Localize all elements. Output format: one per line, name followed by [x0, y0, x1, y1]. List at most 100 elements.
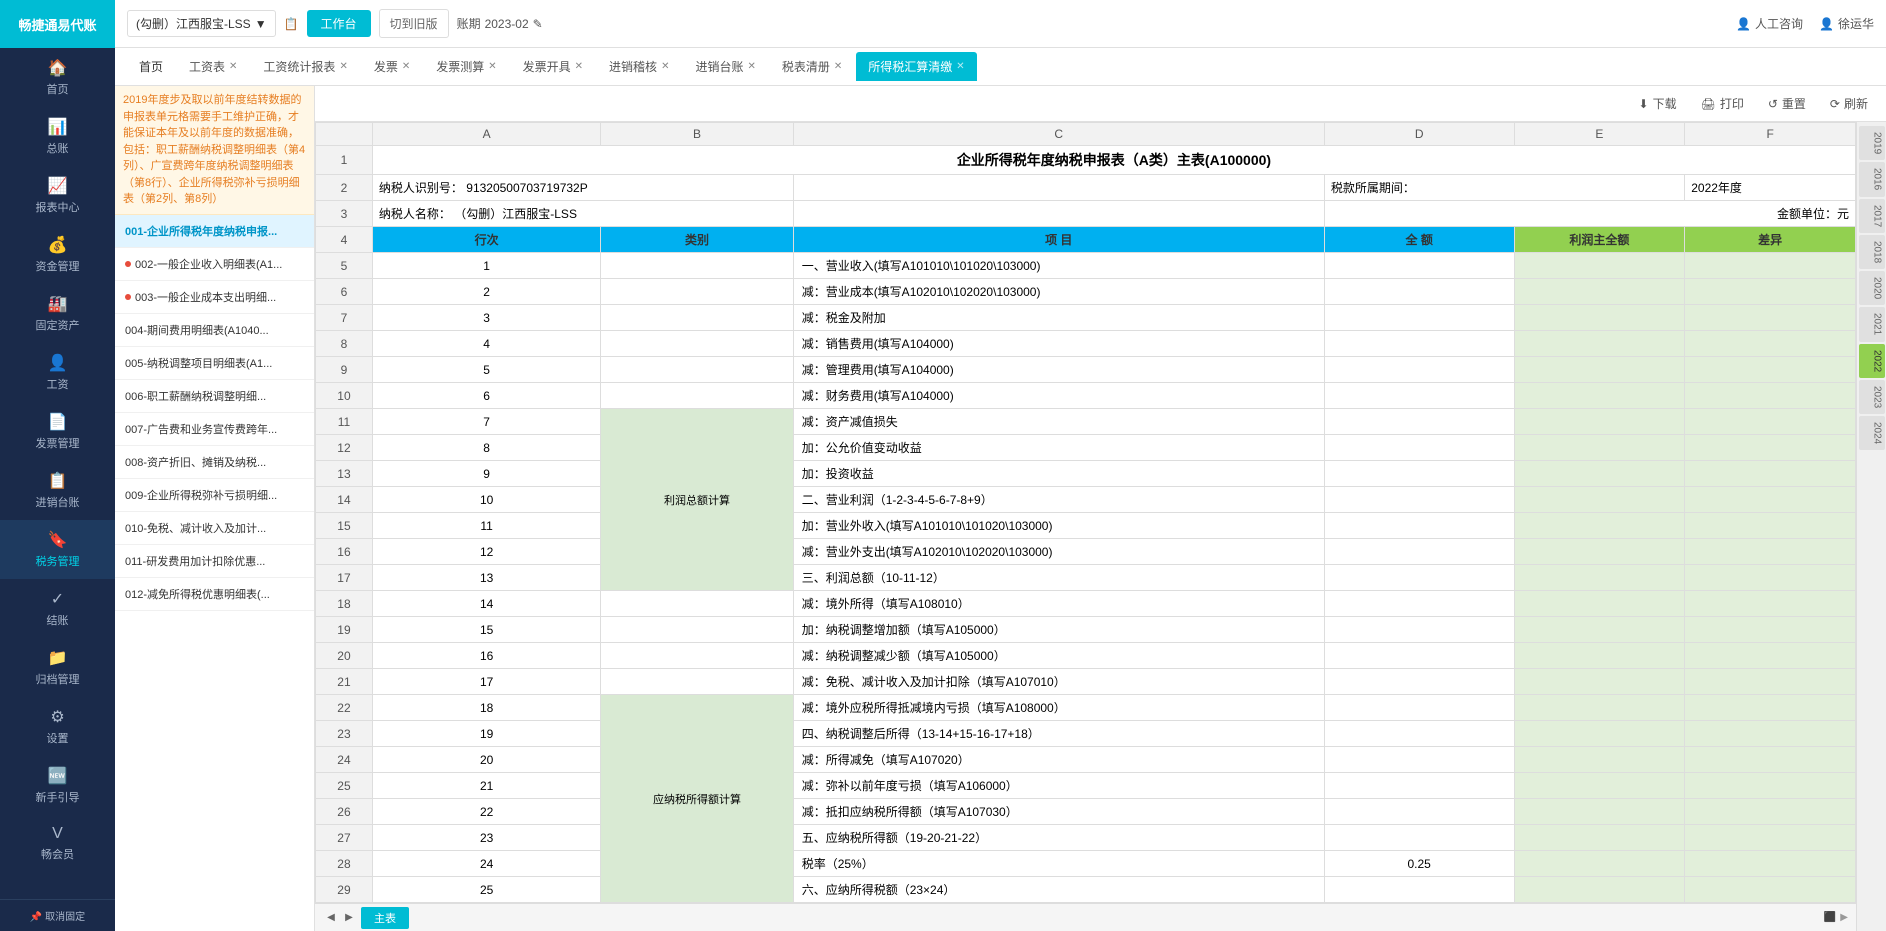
left-panel: 2019年度步及取以前年度结转数据的申报表单元格需要手工维护正确，才能保证本年及…	[115, 86, 315, 931]
sidebar-item-home[interactable]: 🏠 首页	[0, 48, 115, 107]
tax-period-label: 税款所属期间：	[1324, 175, 1684, 201]
user-avatar: 👤	[1819, 17, 1834, 31]
sheet-tab-main[interactable]: 主表	[361, 907, 409, 929]
year-2019[interactable]: 2019	[1859, 126, 1885, 160]
sidebar-item-invoice[interactable]: 📄 发票管理	[0, 402, 115, 461]
sidebar-item-settings[interactable]: ⚙ 设置	[0, 697, 115, 756]
sidebar-pin-toggle[interactable]: 📌 取消固定	[0, 899, 115, 931]
list-item-002[interactable]: 002-一般企业收入明细表(A1...	[115, 248, 314, 281]
list-label-002: 002-一般企业收入明细表(A1...	[135, 256, 282, 272]
header-cy: 差异	[1685, 227, 1856, 253]
list-item-012[interactable]: 012-减免所得税优惠明细表(...	[115, 578, 314, 611]
table-row: 17 13 三、利润总额（10-11-12）	[316, 565, 1856, 591]
scroll-icon: ⬛	[1824, 912, 1836, 923]
year-2023[interactable]: 2023	[1859, 380, 1885, 414]
refresh-button[interactable]: ⟳ 刷新	[1824, 92, 1874, 115]
sidebar-item-archive[interactable]: 📁 归档管理	[0, 638, 115, 697]
sidebar-item-tax[interactable]: 🔖 税务管理	[0, 520, 115, 579]
table-row: 25 21 减：弥补以前年度亏损（填写A106000）	[316, 773, 1856, 799]
close-audit-tab[interactable]: ✕	[661, 61, 669, 72]
list-item-010[interactable]: 010-免税、减计收入及加计...	[115, 512, 314, 545]
top-header: (勾删）江西服宝-LSS ▼ 📋 工作台 切到旧版 账期 2023-02 ✎ 👤…	[115, 0, 1886, 48]
assets-icon: 🏭	[48, 294, 68, 314]
year-2017[interactable]: 2017	[1859, 199, 1885, 233]
download-button[interactable]: ⬇ 下载	[1633, 92, 1683, 115]
workbench-button[interactable]: 工作台	[307, 10, 371, 37]
sidebar-item-sales[interactable]: 📋 进销台账	[0, 461, 115, 520]
sheet-prev-arrow[interactable]: ◀	[323, 910, 339, 926]
year-2018[interactable]: 2018	[1859, 235, 1885, 269]
close-salary-stats-tab[interactable]: ✕	[339, 61, 347, 72]
company-selector[interactable]: (勾删）江西服宝-LSS ▼	[127, 10, 276, 37]
close-ledger-tab[interactable]: ✕	[747, 61, 755, 72]
list-item-011[interactable]: 011-研发费用加计扣除优惠...	[115, 545, 314, 578]
print-button[interactable]: 🖨 打印	[1695, 92, 1750, 115]
sheet-area[interactable]: A B C D E F 1 企业所	[315, 122, 1856, 931]
reports-icon: 📈	[48, 176, 68, 196]
table-row: 19 15 加：纳税调整增加额（填写A105000）	[316, 617, 1856, 643]
scroll-right-icon[interactable]: ▶	[1840, 912, 1848, 923]
sidebar-item-funds[interactable]: 💰 资金管理	[0, 225, 115, 284]
archive-icon: 📁	[48, 648, 68, 668]
close-salary-tab[interactable]: ✕	[229, 61, 237, 72]
period-edit-icon[interactable]: ✎	[533, 17, 543, 31]
sidebar: 畅捷通易代账 🏠 首页 📊 总账 📈 报表中心 💰 资金管理 🏭 固定资产 👤 …	[0, 0, 115, 931]
tab-income-tax[interactable]: 所得税汇算清缴 ✕	[856, 52, 976, 81]
list-item-006[interactable]: 006-职工薪酬纳税调整明细...	[115, 380, 314, 413]
spreadsheet: A B C D E F 1 企业所	[315, 122, 1856, 903]
list-item-001[interactable]: 001-企业所得税年度纳税申报...	[115, 215, 314, 248]
year-2016[interactable]: 2016	[1859, 162, 1885, 196]
tab-home[interactable]: 首页	[127, 52, 175, 81]
tab-tax-forms[interactable]: 税表清册 ✕	[770, 52, 854, 81]
invoice-icon: 📄	[48, 412, 68, 432]
close-tax-forms-tab[interactable]: ✕	[834, 61, 842, 72]
tab-invoice[interactable]: 发票 ✕	[362, 52, 422, 81]
close-income-tax-tab[interactable]: ✕	[956, 61, 964, 72]
row-num-2: 2	[316, 175, 373, 201]
tab-salary[interactable]: 工资表 ✕	[177, 52, 249, 81]
tab-audit[interactable]: 进销稽核 ✕	[597, 52, 681, 81]
close-invoice-tab[interactable]: ✕	[402, 61, 410, 72]
sidebar-item-salary[interactable]: 👤 工资	[0, 343, 115, 402]
sheet-next-arrow[interactable]: ▶	[341, 910, 357, 926]
list-item-003[interactable]: 003-一般企业成本支出明细...	[115, 281, 314, 314]
close-invoice-issue-tab[interactable]: ✕	[575, 61, 583, 72]
switch-button[interactable]: 切到旧版	[379, 9, 449, 38]
col-A: A	[372, 123, 600, 146]
tab-invoice-calc[interactable]: 发票测算 ✕	[424, 52, 508, 81]
reset-button[interactable]: ↺ 重置	[1762, 92, 1812, 115]
close-invoice-calc-tab[interactable]: ✕	[488, 61, 496, 72]
table-row: 27 23 五、应纳税所得额（19-20-21-22）	[316, 825, 1856, 851]
sidebar-item-ledger[interactable]: 📊 总账	[0, 107, 115, 166]
list-item-008[interactable]: 008-资产折旧、摊销及纳税...	[115, 446, 314, 479]
taxpayer-name-cell: 纳税人名称： （勾删）江西服宝-LSS	[372, 201, 793, 227]
list-item-004[interactable]: 004-期间费用明细表(A1040...	[115, 314, 314, 347]
row-num-3: 3	[316, 201, 373, 227]
year-2022[interactable]: 2022	[1859, 344, 1885, 378]
list-item-005[interactable]: 005-纳税调整项目明细表(A1...	[115, 347, 314, 380]
sidebar-item-member[interactable]: V 畅会员	[0, 815, 115, 872]
sidebar-item-settle[interactable]: ✓ 结账	[0, 579, 115, 638]
sidebar-item-reports[interactable]: 📈 报表中心	[0, 166, 115, 225]
table-row: 24 20 减：所得减免（填写A107020）	[316, 747, 1856, 773]
list-label-001: 001-企业所得税年度纳税申报...	[125, 223, 277, 239]
tab-invoice-issue[interactable]: 发票开具 ✕	[511, 52, 595, 81]
list-item-009[interactable]: 009-企业所得税弥补亏损明细...	[115, 479, 314, 512]
salary-icon: 👤	[48, 353, 68, 373]
year-2024[interactable]: 2024	[1859, 416, 1885, 450]
table-row-headers: 4 行次 类别 项 目 全 额 利润主全额 差异	[316, 227, 1856, 253]
table-row: 13 9 加：投资收益	[316, 461, 1856, 487]
ai-consult[interactable]: 👤 人工咨询	[1736, 15, 1803, 32]
list-item-007[interactable]: 007-广告费和业务宣传费跨年...	[115, 413, 314, 446]
year-2020[interactable]: 2020	[1859, 271, 1885, 305]
tab-salary-stats[interactable]: 工资统计报表 ✕	[251, 52, 359, 81]
sheet-tabs: ◀ ▶ 主表 ⬛ ▶	[315, 903, 1856, 931]
sidebar-item-guide[interactable]: 🆕 新手引导	[0, 756, 115, 815]
sidebar-item-assets[interactable]: 🏭 固定资产	[0, 284, 115, 343]
tab-ledger[interactable]: 进销台账 ✕	[683, 52, 767, 81]
table-row: 6 2 减：营业成本(填写A102010\102020\103000)	[316, 279, 1856, 305]
list-label-008: 008-资产折旧、摊销及纳税...	[125, 454, 266, 470]
list-dot-003	[125, 294, 131, 300]
user-profile[interactable]: 👤 徐运华	[1819, 15, 1874, 32]
year-2021[interactable]: 2021	[1859, 307, 1885, 341]
